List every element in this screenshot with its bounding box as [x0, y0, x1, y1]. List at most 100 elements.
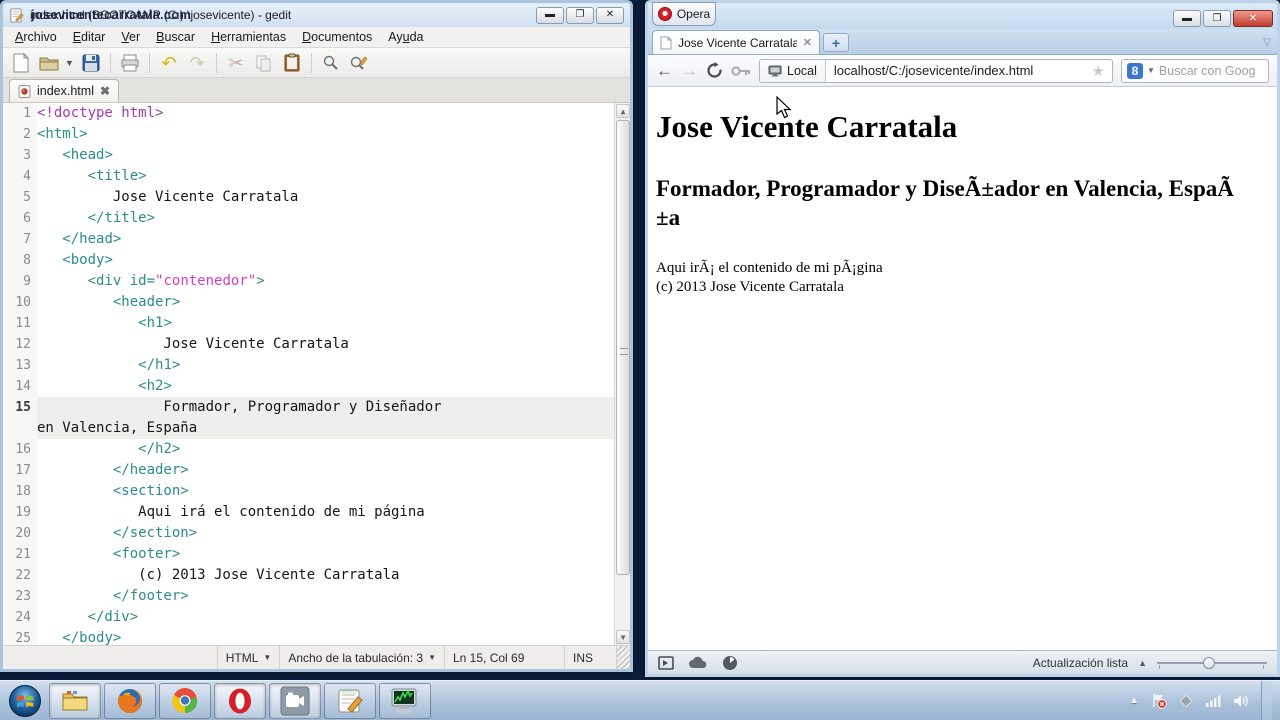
menu-archivo[interactable]: Archivo: [7, 28, 65, 46]
code-line[interactable]: 8 <body>: [3, 250, 630, 271]
language-mode-dropdown[interactable]: HTML ▼: [216, 646, 280, 669]
save-icon[interactable]: [79, 51, 103, 75]
address-bar[interactable]: Local localhost/C:/josevicente/index.htm…: [759, 58, 1113, 83]
open-dropdown-icon[interactable]: ▼: [65, 58, 75, 68]
editor-scrollbar[interactable]: ▲ ▼: [614, 103, 630, 645]
tab-list-chevron-icon[interactable]: ▽: [1263, 37, 1271, 48]
code-line[interactable]: 7 </head>: [3, 229, 630, 250]
opera-tab-close-icon[interactable]: ✕: [803, 36, 812, 49]
code-line[interactable]: 16 </h2>: [3, 439, 630, 460]
opera-active-tab[interactable]: Jose Vicente Carratala ✕: [652, 30, 820, 54]
opera-close-button[interactable]: ✕: [1233, 10, 1273, 27]
taskbar-explorer-button[interactable]: [49, 682, 101, 719]
network-signal-icon[interactable]: [1205, 694, 1221, 707]
tab-index-html[interactable]: index.html ✖: [9, 79, 120, 102]
search-box[interactable]: 8 ▼ Buscar con Goog: [1121, 58, 1269, 83]
code-line[interactable]: 14 <h2>: [3, 376, 630, 397]
print-icon[interactable]: [118, 51, 142, 75]
taskbar-system-monitor-button[interactable]: [379, 682, 431, 719]
opera-maximize-button[interactable]: ❐: [1203, 10, 1231, 27]
code-line[interactable]: 24 </div>: [3, 607, 630, 628]
reload-button[interactable]: [706, 62, 723, 79]
start-button[interactable]: [4, 682, 46, 720]
search-engine-dropdown-icon[interactable]: ▼: [1147, 66, 1155, 75]
scroll-down-icon[interactable]: ▼: [616, 630, 630, 644]
gedit-close-button[interactable]: ✕: [596, 6, 624, 24]
copy-icon[interactable]: [252, 51, 276, 75]
taskbar-gedit-button[interactable]: [324, 682, 376, 719]
redo-icon[interactable]: ↷: [185, 51, 209, 75]
code-line[interactable]: 12 Jose Vicente Carratala: [3, 334, 630, 355]
menu-ver[interactable]: Ver: [113, 28, 148, 46]
code-editor[interactable]: 1 <!doctype html> 2 <html> 3 <head> 4 <title>…: [3, 103, 630, 645]
back-button[interactable]: ←: [656, 62, 673, 79]
cut-icon[interactable]: ✂: [224, 51, 248, 75]
code-line[interactable]: 18 <section>: [3, 481, 630, 502]
line-number: 7: [23, 232, 31, 247]
gedit-minimize-button[interactable]: ▬: [536, 6, 564, 24]
bookmark-star-icon[interactable]: ★: [1085, 62, 1112, 80]
forward-button[interactable]: →: [681, 62, 698, 79]
panel-toggle-icon[interactable]: [658, 655, 674, 670]
scrollbar-thumb[interactable]: [616, 120, 630, 575]
show-desktop-button[interactable]: [1261, 680, 1272, 720]
zoom-slider[interactable]: [1157, 656, 1267, 670]
opera-turbo-icon[interactable]: [722, 655, 738, 671]
code-line[interactable]: 22 (c) 2013 Jose Vicente Carratala: [3, 565, 630, 586]
code-line[interactable]: 6 </title>: [3, 208, 630, 229]
tab-close-icon[interactable]: ✖: [100, 84, 110, 98]
code-line[interactable]: 4 <title>: [3, 166, 630, 187]
code-line[interactable]: 1 <!doctype html>: [3, 103, 630, 124]
code-line[interactable]: 17 </header>: [3, 460, 630, 481]
code-line[interactable]: 9 <div id="contenedor">: [3, 271, 630, 292]
menu-editar[interactable]: Editar: [65, 28, 114, 46]
taskbar-chrome-button[interactable]: [159, 682, 211, 719]
code-line[interactable]: 3 <head>: [3, 145, 630, 166]
local-badge[interactable]: Local: [760, 59, 826, 82]
code-line[interactable]: 13 </h1>: [3, 355, 630, 376]
code-line[interactable]: 20 </section>: [3, 523, 630, 544]
code-line[interactable]: 5 Jose Vicente Carratala: [3, 187, 630, 208]
opera-title-bar[interactable]: Opera ▬ ❐ ✕: [648, 2, 1277, 29]
code-line[interactable]: 15 Formador, Programador y Diseñador: [3, 397, 630, 418]
taskbar-firefox-button[interactable]: [104, 682, 156, 719]
menu-documentos[interactable]: Documentos: [294, 28, 380, 46]
find-and-replace-icon[interactable]: [347, 51, 371, 75]
opera-minimize-button[interactable]: ▬: [1173, 10, 1201, 27]
resize-grip[interactable]: [616, 646, 630, 669]
new-tab-button[interactable]: +: [823, 33, 849, 52]
opera-menu-button[interactable]: Opera: [652, 2, 716, 26]
gedit-title-bar[interactable]: index.html (BOOTCAMP (C:) \josevicente) …: [3, 3, 630, 27]
code-line[interactable]: 19 Aqui irá el contenido de mi página: [3, 502, 630, 523]
scroll-up-icon[interactable]: ▲: [616, 104, 630, 118]
zoom-slider-thumb[interactable]: [1203, 656, 1215, 669]
code-text: </h1>: [138, 357, 181, 373]
show-hidden-icons-button[interactable]: ▲: [1129, 695, 1139, 706]
menu-ayuda[interactable]: Ayuda: [380, 28, 431, 46]
zoom-popup-icon[interactable]: ▲: [1138, 658, 1147, 668]
undo-icon[interactable]: ↶: [157, 51, 181, 75]
action-center-flag-icon[interactable]: [1151, 693, 1167, 709]
opera-link-cloud-icon[interactable]: [688, 656, 708, 669]
tab-width-dropdown[interactable]: Ancho de la tabulación: 3 ▼: [279, 646, 444, 669]
code-line[interactable]: 23 </footer>: [3, 586, 630, 607]
taskbar-opera-button[interactable]: [214, 682, 266, 719]
gedit-maximize-button[interactable]: ❐: [566, 6, 594, 24]
code-line[interactable]: 11 <h1>: [3, 313, 630, 334]
taskbar-screen-recorder-button[interactable]: [269, 682, 321, 719]
code-line[interactable]: 2 <html>: [3, 124, 630, 145]
quick-launch-diamond-icon[interactable]: [1179, 694, 1193, 708]
code-line[interactable]: 10 <header>: [3, 292, 630, 313]
menu-herramientas[interactable]: Herramientas: [203, 28, 294, 46]
url-text[interactable]: localhost/C:/josevicente/index.html: [826, 63, 1085, 78]
menu-buscar[interactable]: Buscar: [148, 28, 203, 46]
paste-icon[interactable]: [280, 51, 304, 75]
open-document-icon[interactable]: [37, 51, 61, 75]
password-key-icon[interactable]: [731, 65, 751, 77]
volume-icon[interactable]: [1233, 694, 1249, 708]
code-line[interactable]: 21 <footer>: [3, 544, 630, 565]
code-line[interactable]: en Valencia, España: [3, 418, 630, 439]
code-line[interactable]: 25 </body>: [3, 628, 630, 645]
new-document-icon[interactable]: [9, 51, 33, 75]
find-icon[interactable]: [319, 51, 343, 75]
